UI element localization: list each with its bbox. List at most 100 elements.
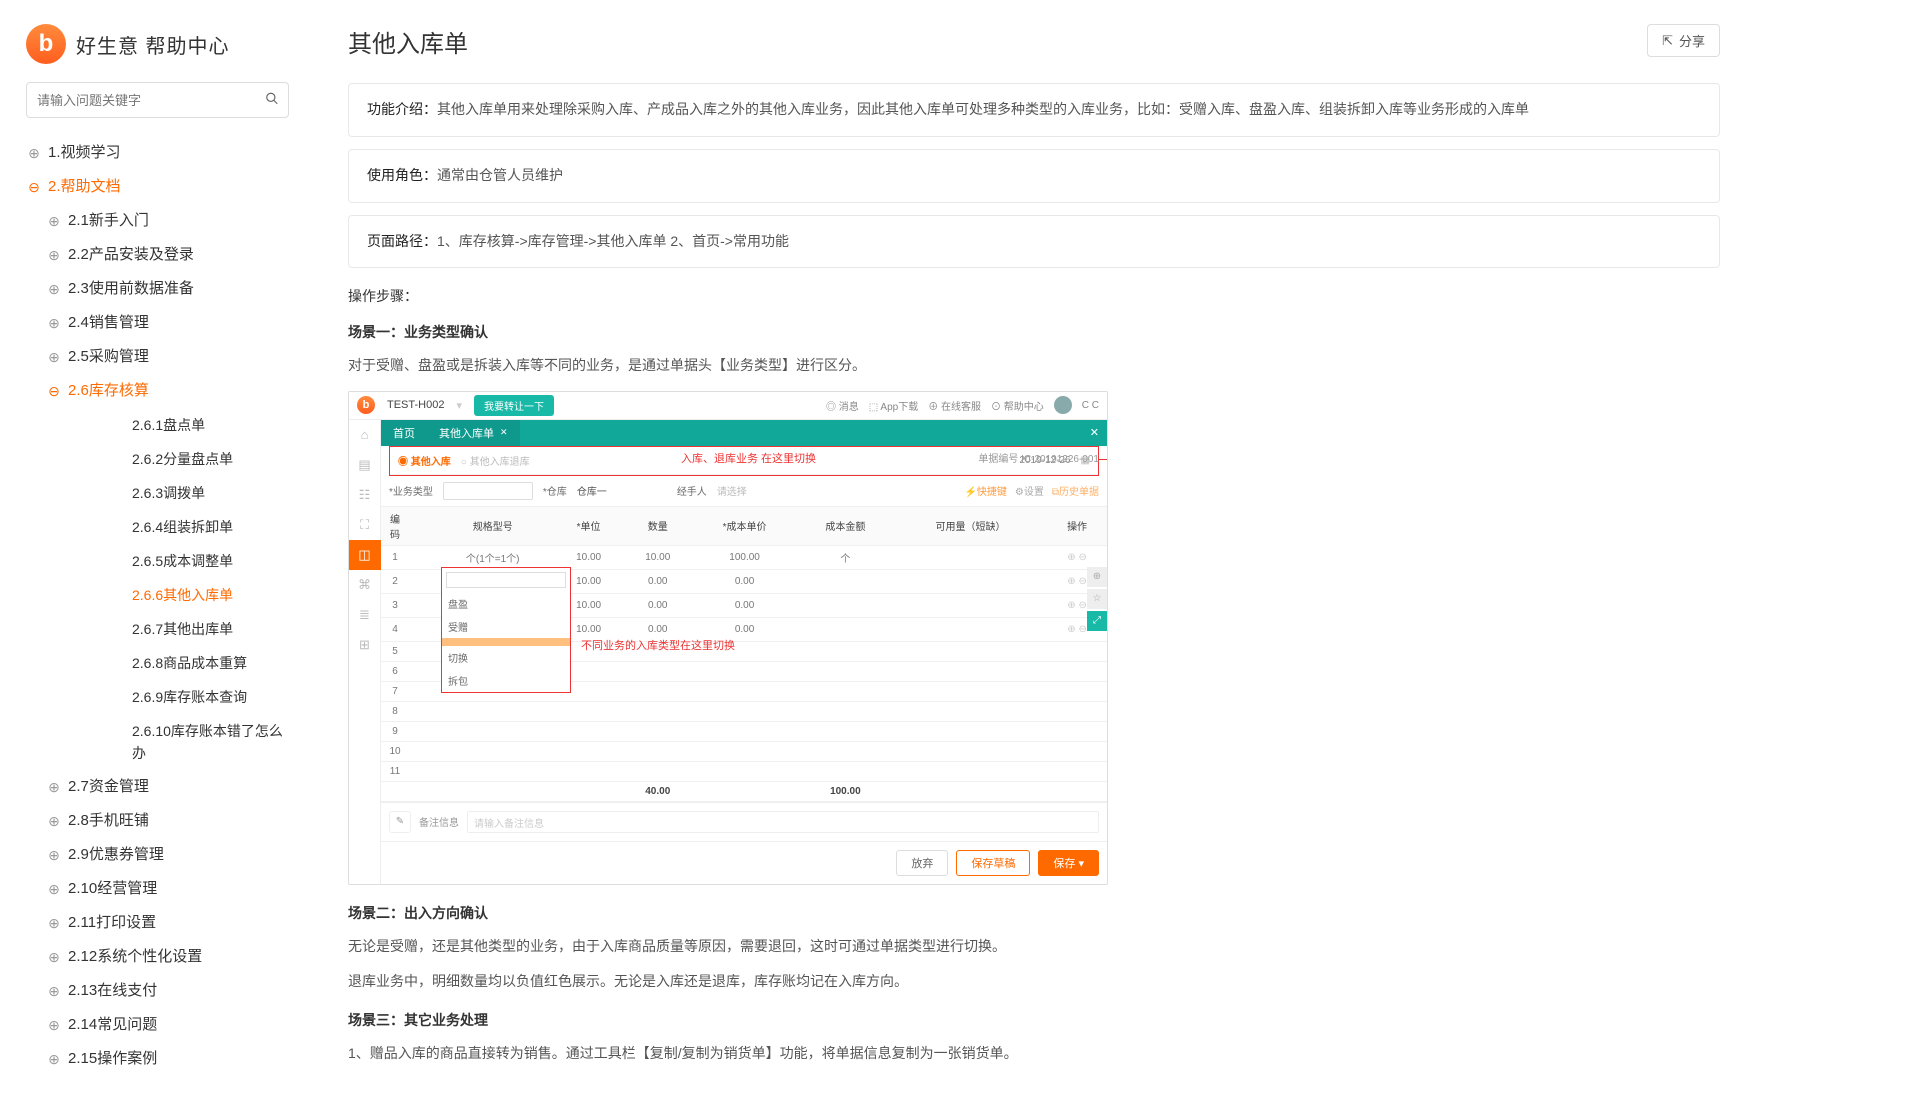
nav-2-11[interactable]: ⊕2.11打印设置 xyxy=(36,906,299,940)
nav-2-4[interactable]: ⊕ 2.4销售管理 xyxy=(36,306,299,340)
nav-2-6-6[interactable]: 2.6.6其他入库单 xyxy=(76,578,299,612)
nav-2-9[interactable]: ⊕ 2.9优惠券管理 xyxy=(36,838,299,872)
search-icon[interactable] xyxy=(265,92,279,109)
table-row: 8 xyxy=(381,701,1107,721)
nav-label: 2.4销售管理 xyxy=(68,312,149,334)
rail-icon: ⊞ xyxy=(349,630,381,660)
nav-2-6-3[interactable]: 2.6.3调拨单 xyxy=(76,476,299,510)
nav-label: 2.2产品安装及登录 xyxy=(68,244,194,266)
nav-2-6-2[interactable]: 2.6.2分量盘点单 xyxy=(76,442,299,476)
shot-meta: ◎ 消息 xyxy=(826,398,859,413)
plus-icon: ⊕ xyxy=(46,1051,62,1067)
side-badges: ⊕☆⤢ xyxy=(1087,567,1107,633)
nav-label: 2.9优惠券管理 xyxy=(68,844,164,866)
role-card: 使用角色：通常由仓管人员维护 xyxy=(348,149,1720,203)
nav-l1-docs[interactable]: ⊖2.帮助文档 xyxy=(16,170,299,204)
shot-company: TEST-H002 xyxy=(387,399,444,411)
shot-docno: 单据编号 IC-20191226-001 xyxy=(978,450,1099,465)
nav-2-14[interactable]: ⊕2.14常见问题 xyxy=(36,1008,299,1042)
plus-icon: ⊕ xyxy=(46,281,62,297)
plus-icon: ⊕ xyxy=(26,145,42,161)
share-label: 分享 xyxy=(1679,31,1705,50)
scene-2-title: 场景二：出入方向确认 xyxy=(348,903,1720,923)
rail-icon: ⛶ xyxy=(349,510,381,540)
radio-on-icon: ◉ 其他入库 xyxy=(398,453,451,468)
sidebar: b 好生意 帮助中心 ⊕ 1.视频学习 ⊖2.帮助文档 ⊕2.1新手入门 ⊕ 2.2… xyxy=(0,0,300,1115)
nav-2-6-4[interactable]: 2.6.4组装拆卸单 xyxy=(76,510,299,544)
nav-2-13[interactable]: ⊕2.13在线支付 xyxy=(36,974,299,1008)
intro-label: 功能介绍： xyxy=(367,101,437,117)
path-text: 1、库存核算->库存管理->其他入库单 2、首页->常用功能 xyxy=(437,233,789,249)
nav-2-10[interactable]: ⊕2.10经营管理 xyxy=(36,872,299,906)
share-button[interactable]: ⇱ 分享 xyxy=(1647,24,1720,57)
scene-1-text: 对于受赠、盘盈或是拆装入库等不同的业务，是通过单据头【业务类型】进行区分。 xyxy=(348,352,1720,379)
nav-l1-video[interactable]: ⊕ 1.视频学习 xyxy=(16,136,299,170)
nav-2-5[interactable]: ⊕2.5采购管理 xyxy=(36,340,299,374)
shot-link: ⚙设置 xyxy=(1015,483,1044,498)
shot-tab: 首页 xyxy=(381,420,427,446)
steps-header: 操作步骤： xyxy=(348,286,1720,306)
nav-label: 2.8手机旺铺 xyxy=(68,810,149,832)
plus-icon: ⊕ xyxy=(46,1017,62,1033)
close-icon: ✕ xyxy=(1090,426,1107,439)
plus-icon: ⊕ xyxy=(46,247,62,263)
nav-2-6[interactable]: ⊖ 2.6库存核算 xyxy=(36,374,299,408)
nav-label: 2.7资金管理 xyxy=(68,776,149,798)
page-title: 其他入库单 xyxy=(348,24,468,59)
minus-icon: ⊖ xyxy=(26,179,42,195)
brand: b 好生意 帮助中心 xyxy=(16,24,299,82)
nav-tree: ⊕1.视频学习 ⊖2.帮助文档 ⊕2.1新手入门 ⊕2.2产品安装及登录 ⊕2.… xyxy=(16,136,299,1076)
remark-input-mock: 请输入备注信息 xyxy=(467,811,1099,833)
shot-rail: ⌂ ▤ ☷ ⛶ ◫ ⌘ ≣ ⊞ xyxy=(349,420,381,884)
plus-icon: ⊕ xyxy=(46,213,62,229)
search-input[interactable] xyxy=(26,82,289,118)
role-text: 通常由仓管人员维护 xyxy=(437,167,563,183)
table-row: 10 xyxy=(381,741,1107,761)
rail-icon: ≣ xyxy=(349,600,381,630)
radio-off-icon: ○ 其他入库退库 xyxy=(461,453,530,468)
avatar-icon xyxy=(1054,396,1072,414)
nav-2-12[interactable]: ⊕2.12系统个性化设置 xyxy=(36,940,299,974)
nav-2-2[interactable]: ⊕ 2.2产品安装及登录 xyxy=(36,238,299,272)
scene-2-p1: 无论是受赠，还是其他类型的业务，由于入库商品质量等原因，需要退回，这时可通过单据… xyxy=(348,933,1720,960)
filter-label: 经手人 xyxy=(677,483,707,498)
nav-2-15[interactable]: ⊕ 2.15操作案例 xyxy=(36,1042,299,1076)
role-label: 使用角色： xyxy=(367,167,437,183)
nav-label: 1.视频学习 xyxy=(48,142,121,164)
nav-label: 2.15操作案例 xyxy=(68,1048,157,1070)
scene-2-p2: 退库业务中，明细数量均以负值红色展示。无论是入库还是退库，库存账均记在入库方向。 xyxy=(348,968,1720,995)
plus-icon: ⊕ xyxy=(46,349,62,365)
remark-label: 备注信息 xyxy=(419,814,459,829)
nav-2-6-9[interactable]: 2.6.9库存账本查询 xyxy=(76,680,299,714)
nav-2-7[interactable]: ⊕2.7资金管理 xyxy=(36,770,299,804)
input-mock xyxy=(443,482,533,500)
plus-icon: ⊕ xyxy=(46,983,62,999)
rail-icon: ⌘ xyxy=(349,570,381,600)
nav-2-8[interactable]: ⊕2.8手机旺铺 xyxy=(36,804,299,838)
nav-2-6-10[interactable]: 2.6.10库存账本错了怎么办 xyxy=(76,714,299,770)
minus-icon: ⊖ xyxy=(46,383,62,399)
nav-label: 2.3使用前数据准备 xyxy=(68,278,194,300)
shot-logo-icon: b xyxy=(357,396,375,414)
remark-icon: ✎ xyxy=(389,811,411,833)
nav-2-3[interactable]: ⊕ 2.3使用前数据准备 xyxy=(36,272,299,306)
intro-text: 其他入库单用来处理除采购入库、产成品入库之外的其他入库业务，因此其他入库单可处理… xyxy=(437,101,1529,117)
nav-2-6-8[interactable]: 2.6.8商品成本重算 xyxy=(76,646,299,680)
screenshot-mock: b TEST-H002 ▾ 我要转让一下 ◎ 消息 ⬚ App下载 ⊕ 在线客服… xyxy=(348,391,1108,885)
nav-label: 2.12系统个性化设置 xyxy=(68,946,202,968)
nav-label: 2.6库存核算 xyxy=(68,380,149,402)
shot-meta: ⊕ 在线客服 xyxy=(928,398,981,413)
plus-icon: ⊕ xyxy=(46,847,62,863)
intro-card: 功能介绍：其他入库单用来处理除采购入库、产成品入库之外的其他入库业务，因此其他入… xyxy=(348,83,1720,137)
nav-2-6-7[interactable]: 2.6.7其他出库单 xyxy=(76,612,299,646)
nav-2-6-5[interactable]: 2.6.5成本调整单 xyxy=(76,544,299,578)
scene-3-p1: 1、赠品入库的商品直接转为销售。通过工具栏【复制/复制为销货单】功能，将单据信息… xyxy=(348,1040,1720,1067)
dropdown-mock: 盘盈 受赠 切换 拆包 xyxy=(441,567,571,693)
shot-btn-save: 保存 ▾ xyxy=(1038,850,1099,876)
nav-label: 2.11打印设置 xyxy=(68,912,156,934)
nav-2-6-1[interactable]: 2.6.1盘点单 xyxy=(76,408,299,442)
plus-icon: ⊕ xyxy=(46,315,62,331)
search-box xyxy=(26,82,289,118)
nav-2-1[interactable]: ⊕2.1新手入门 xyxy=(36,204,299,238)
shot-meta: ⬚ App下载 xyxy=(869,398,918,413)
